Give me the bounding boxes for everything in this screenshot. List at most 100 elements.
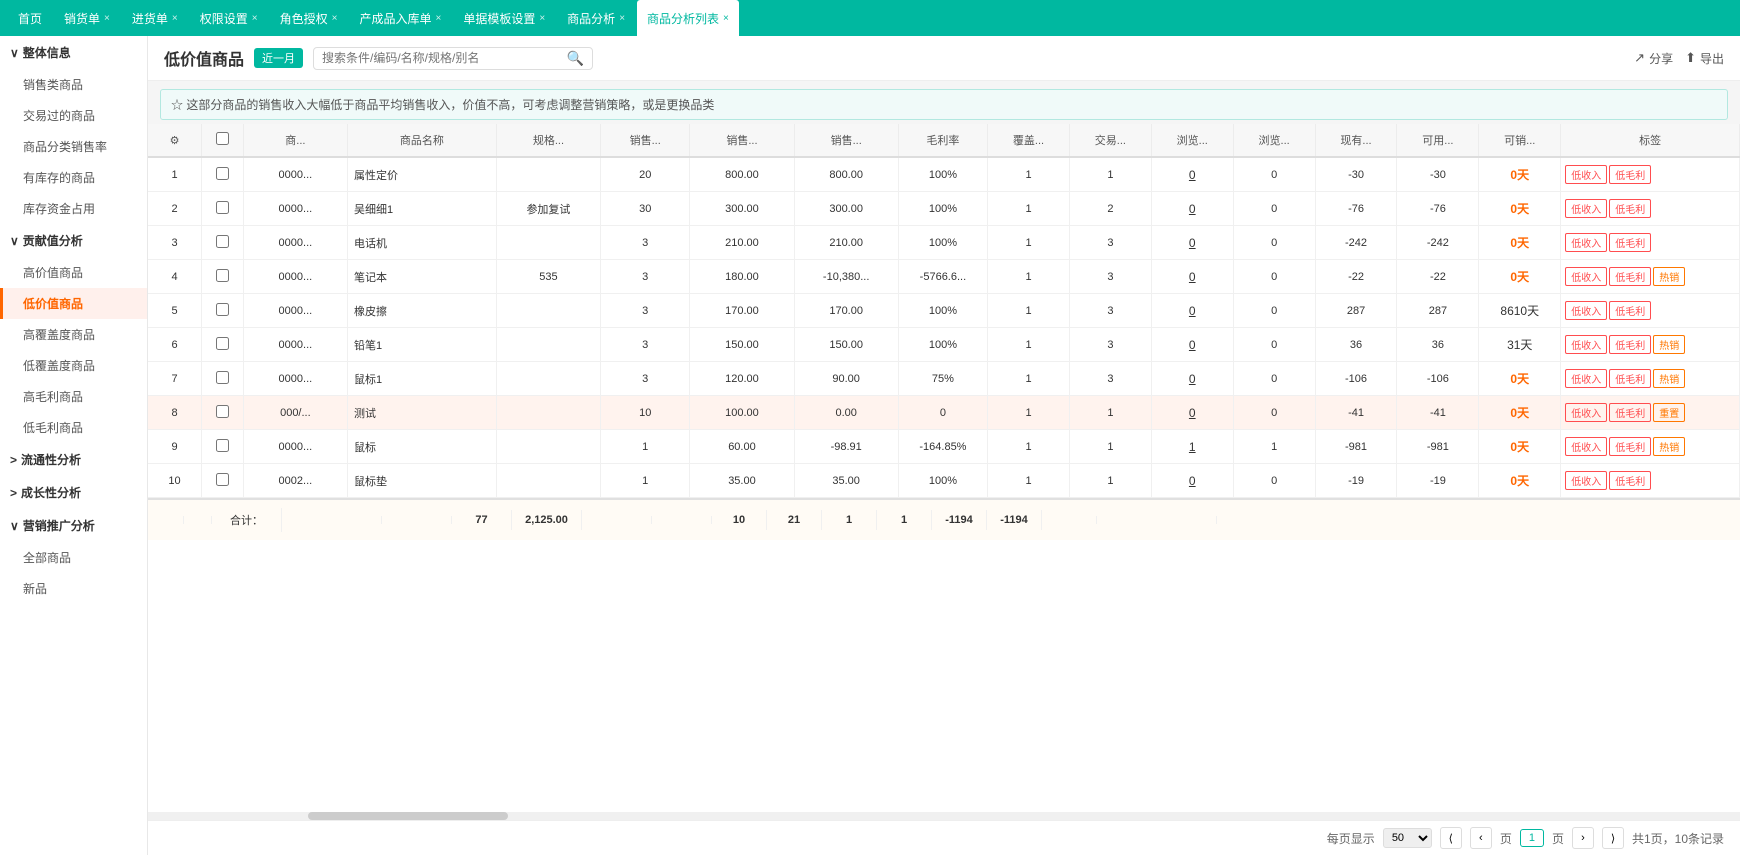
sidebar-item-low-value[interactable]: 低价值商品 xyxy=(0,288,147,319)
nav-product-analysis-list[interactable]: 商品分析列表 × xyxy=(637,0,739,36)
col-checkbox-all[interactable] xyxy=(202,124,244,157)
footer-stock1: -1194 xyxy=(932,510,987,530)
row-select-checkbox[interactable] xyxy=(216,201,229,214)
nav-purchase-order[interactable]: 进货单 × xyxy=(122,0,188,36)
row-checkbox[interactable] xyxy=(202,260,244,294)
sidebar-item-category-sales-rate[interactable]: 商品分类销售率 xyxy=(0,131,147,162)
horizontal-scrollbar[interactable] xyxy=(148,812,1740,820)
table-row: 7 0000... 鼠标1 3 120.00 90.00 75% 1 3 0 0… xyxy=(148,362,1740,396)
row-sale-amount: 800.00 xyxy=(794,157,898,192)
col-settings[interactable]: ⚙ xyxy=(148,124,202,157)
row-checkbox[interactable] xyxy=(202,226,244,260)
sidebar-item-high-value[interactable]: 高价值商品 xyxy=(0,257,147,288)
close-icon[interactable]: × xyxy=(723,13,729,24)
sidebar-item-high-coverage[interactable]: 高覆盖度商品 xyxy=(0,319,147,350)
browse-link[interactable]: 0 xyxy=(1189,236,1196,250)
close-icon[interactable]: × xyxy=(172,13,178,24)
footer-stock2: -1194 xyxy=(987,510,1042,530)
row-select-checkbox[interactable] xyxy=(216,473,229,486)
row-spec: 参加复试 xyxy=(496,192,600,226)
close-icon[interactable]: × xyxy=(252,13,258,24)
row-checkbox[interactable] xyxy=(202,362,244,396)
close-icon[interactable]: × xyxy=(539,13,545,24)
first-page-button[interactable]: ⟨ xyxy=(1440,827,1462,849)
sidebar-item-low-margin[interactable]: 低毛利商品 xyxy=(0,412,147,443)
row-checkbox[interactable] xyxy=(202,328,244,362)
current-page[interactable]: 1 xyxy=(1520,829,1544,847)
sidebar-item-sales-products[interactable]: 销售类商品 xyxy=(0,69,147,100)
row-checkbox[interactable] xyxy=(202,430,244,464)
row-checkbox[interactable] xyxy=(202,294,244,328)
search-input[interactable] xyxy=(322,51,563,65)
row-select-checkbox[interactable] xyxy=(216,439,229,452)
sidebar-group-overall[interactable]: ∨ 整体信息 xyxy=(0,36,147,69)
row-checkbox[interactable] xyxy=(202,396,244,430)
sidebar-group-growth[interactable]: > 成长性分析 xyxy=(0,476,147,509)
browse-link[interactable]: 0 xyxy=(1189,338,1196,352)
nav-product-analysis[interactable]: 商品分析 × xyxy=(557,0,635,36)
close-icon[interactable]: × xyxy=(332,13,338,24)
share-button[interactable]: ↗ 分享 xyxy=(1634,50,1673,67)
sidebar-item-inventory-capital[interactable]: 库存资金占用 xyxy=(0,193,147,224)
last-page-button[interactable]: ⟩ xyxy=(1602,827,1624,849)
row-spec xyxy=(496,396,600,430)
row-checkbox[interactable] xyxy=(202,464,244,498)
tag-label: 低毛利 xyxy=(1609,233,1651,252)
sidebar-item-new-products[interactable]: 新品 xyxy=(0,573,147,604)
nav-permissions[interactable]: 权限设置 × xyxy=(190,0,268,36)
nav-role-auth[interactable]: 角色授权 × xyxy=(270,0,348,36)
browse-link[interactable]: 0 xyxy=(1189,474,1196,488)
nav-product-warehouse[interactable]: 产成品入库单 × xyxy=(349,0,451,36)
row-select-checkbox[interactable] xyxy=(216,235,229,248)
sidebar-item-inventory-products[interactable]: 有库存的商品 xyxy=(0,162,147,193)
next-page-button[interactable]: › xyxy=(1572,827,1594,849)
time-tag-button[interactable]: 近一月 xyxy=(254,48,303,68)
sidebar-item-all-products[interactable]: 全部商品 xyxy=(0,542,147,573)
browse-link[interactable]: 0 xyxy=(1189,304,1196,318)
browse-link[interactable]: 0 xyxy=(1189,372,1196,386)
prev-page-button[interactable]: ‹ xyxy=(1470,827,1492,849)
row-select-checkbox[interactable] xyxy=(216,167,229,180)
sidebar-group-marketing[interactable]: ∨ 营销推广分析 xyxy=(0,509,147,542)
export-icon: ⬆ xyxy=(1685,50,1696,66)
tag-label: 低毛利 xyxy=(1609,403,1651,422)
row-select-checkbox[interactable] xyxy=(216,269,229,282)
browse-link[interactable]: 0 xyxy=(1189,406,1196,420)
select-all-checkbox[interactable] xyxy=(216,132,229,145)
row-code: 0000... xyxy=(243,328,347,362)
row-margin: 0 xyxy=(898,396,987,430)
table-row: 1 0000... 属性定价 20 800.00 800.00 100% 1 1… xyxy=(148,157,1740,192)
export-button[interactable]: ⬆ 导出 xyxy=(1685,50,1724,67)
close-icon[interactable]: × xyxy=(619,13,625,24)
row-select-checkbox[interactable] xyxy=(216,405,229,418)
row-tags: 低收入低毛利 xyxy=(1561,226,1740,260)
nav-template-settings[interactable]: 单据模板设置 × xyxy=(453,0,555,36)
close-icon[interactable]: × xyxy=(104,13,110,24)
browse-link[interactable]: 0 xyxy=(1189,270,1196,284)
scroll-thumb[interactable] xyxy=(308,812,508,820)
row-sale-amount: 35.00 xyxy=(794,464,898,498)
sidebar-group-circulation[interactable]: > 流通性分析 xyxy=(0,443,147,476)
browse-link[interactable]: 0 xyxy=(1189,202,1196,216)
sidebar-group-contribution[interactable]: ∨ 贡献值分析 xyxy=(0,224,147,257)
sidebar-item-traded-products[interactable]: 交易过的商品 xyxy=(0,100,147,131)
row-checkbox[interactable] xyxy=(202,157,244,192)
row-code: 0000... xyxy=(243,192,347,226)
row-checkbox[interactable] xyxy=(202,192,244,226)
sidebar-item-low-coverage[interactable]: 低覆盖度商品 xyxy=(0,350,147,381)
search-icon[interactable]: 🔍 xyxy=(567,50,584,67)
nav-sales-order[interactable]: 销货单 × xyxy=(54,0,120,36)
close-icon[interactable]: × xyxy=(435,13,441,24)
row-select-checkbox[interactable] xyxy=(216,303,229,316)
row-stock3: 0天 xyxy=(1479,362,1561,396)
row-browse2: 1 xyxy=(1233,430,1315,464)
sidebar-item-high-margin[interactable]: 高毛利商品 xyxy=(0,381,147,412)
row-select-checkbox[interactable] xyxy=(216,337,229,350)
row-select-checkbox[interactable] xyxy=(216,371,229,384)
nav-home[interactable]: 首页 xyxy=(8,0,52,36)
row-name: 鼠标1 xyxy=(347,362,496,396)
browse-link[interactable]: 1 xyxy=(1189,440,1196,454)
row-cover: 1 xyxy=(988,464,1070,498)
per-page-select[interactable]: 50 100 xyxy=(1383,828,1432,848)
browse-link[interactable]: 0 xyxy=(1189,168,1196,182)
